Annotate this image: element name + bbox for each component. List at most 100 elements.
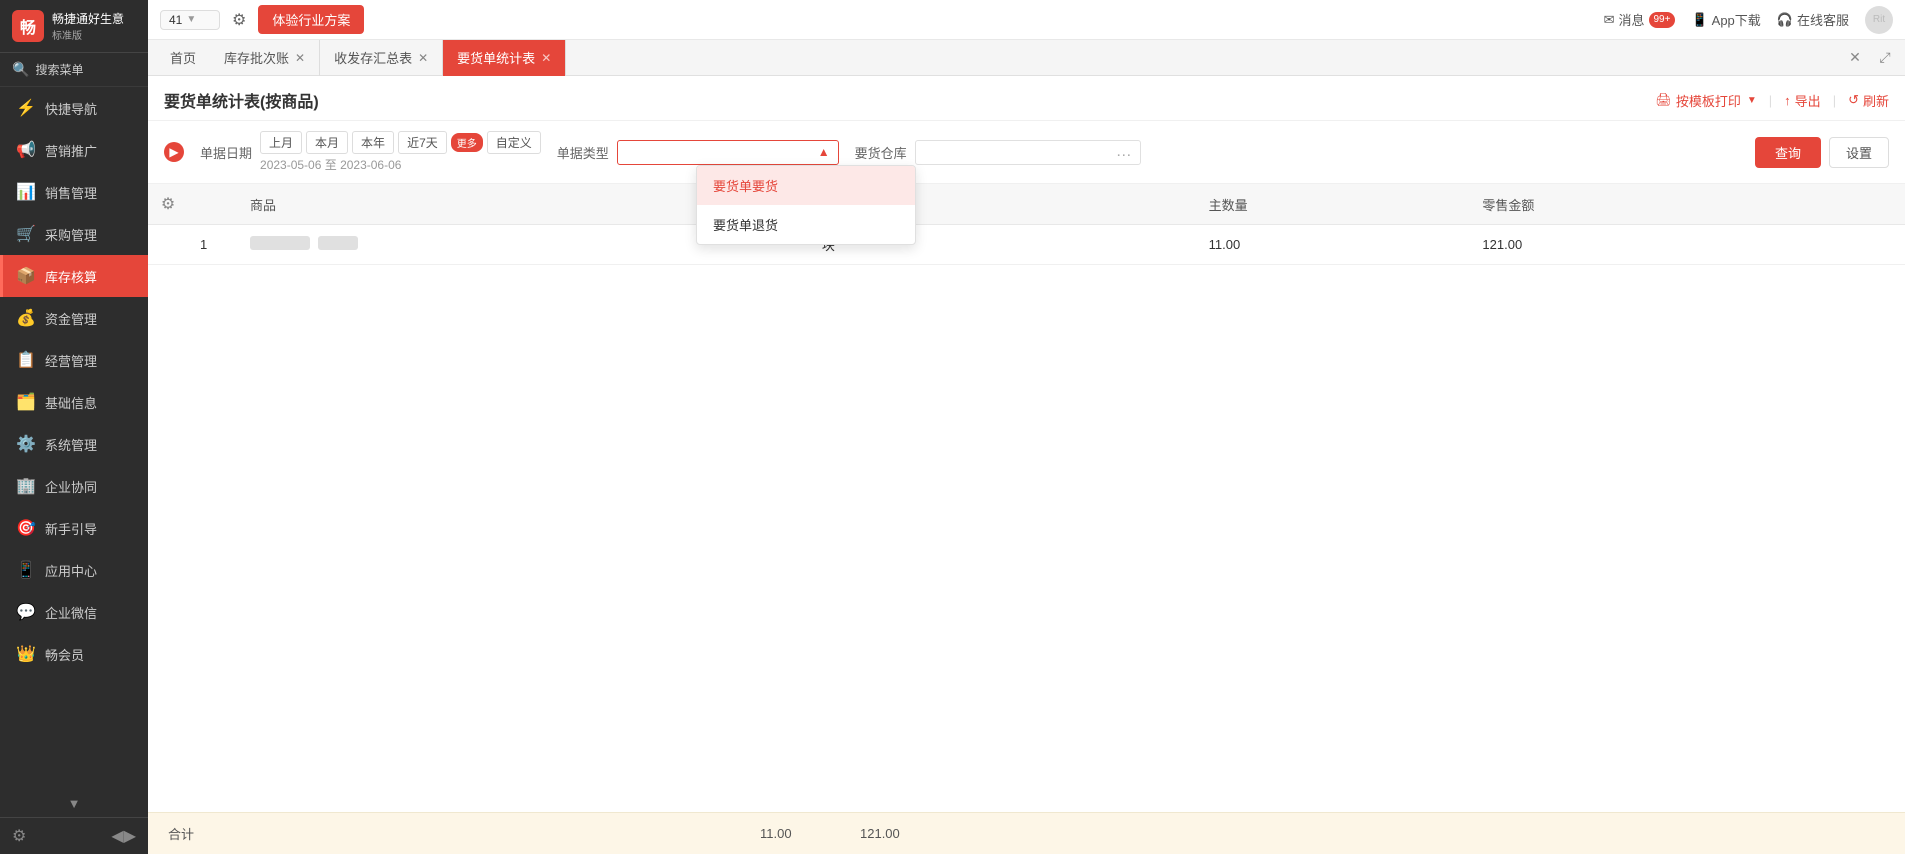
- sidebar-item-quick-nav[interactable]: ⚡ 快捷导航: [0, 87, 148, 129]
- filter-bar: ▶ 单据日期 上月 本月 本年 近7天 更多 自定义 2023-05-06: [148, 121, 1905, 184]
- sidebar-item-guide[interactable]: 🎯 新手引导: [0, 507, 148, 549]
- tab-order-summary-close[interactable]: ✕: [541, 51, 551, 65]
- app-download-label: App下载: [1712, 10, 1761, 29]
- sales-icon: 📊: [15, 181, 37, 203]
- nav-label-apps: 应用中心: [45, 561, 97, 580]
- top-header: 41 ▼ ⚙ 体验行业方案 ✉ 消息 99+ 📱 App下载 🎧 在线客服 Ri…: [148, 0, 1905, 40]
- app-logo-icon: 畅: [12, 10, 44, 42]
- print-dropdown-arrow: ▼: [1747, 95, 1757, 106]
- product-name-blur: [250, 236, 310, 250]
- warehouse-more-icon[interactable]: …: [1108, 143, 1140, 161]
- tab-order-summary[interactable]: 要货单统计表 ✕: [443, 40, 566, 76]
- sidebar-search[interactable]: 🔍 搜索菜单: [0, 53, 148, 87]
- tab-inventory-batch[interactable]: 库存批次账 ✕: [210, 40, 320, 76]
- close-all-tabs-btn[interactable]: ✕: [1843, 46, 1867, 70]
- filter-area-wrapper: ▶ 单据日期 上月 本月 本年 近7天 更多 自定义 2023-05-06: [148, 121, 1905, 184]
- col-seq-header: [188, 184, 238, 225]
- phone-icon: 📱: [1691, 12, 1707, 28]
- filter-actions: 查询 设置: [1755, 137, 1889, 168]
- table-footer: 合计 11.00 121.00: [148, 812, 1905, 854]
- type-input-group[interactable]: ▲: [617, 140, 839, 165]
- export-label: 导出: [1795, 91, 1821, 110]
- sidebar-item-finance[interactable]: 💰 资金管理: [0, 297, 148, 339]
- query-button[interactable]: 查询: [1755, 137, 1821, 168]
- sidebar-item-enterprise[interactable]: 🏢 企业协同: [0, 465, 148, 507]
- sidebar-item-apps[interactable]: 📱 应用中心: [0, 549, 148, 591]
- table-container: ⚙ 商品 主计量单位 主数量 零售金额 1: [148, 184, 1905, 812]
- filter-expand-btn[interactable]: ▶: [164, 142, 184, 162]
- page-header: 要货单统计表(按商品) 🖨 按模板打印 ▼ | ↑ 导出 | ↺ 刷新: [148, 76, 1905, 121]
- shortcut-more-badge[interactable]: 更多: [451, 133, 483, 152]
- sidebar-item-operation[interactable]: 📋 经营管理: [0, 339, 148, 381]
- warehouse-input-group[interactable]: …: [915, 140, 1141, 165]
- number-display[interactable]: 41 ▼: [160, 10, 220, 30]
- sidebar-logo-text: 畅捷通好生意 标准版: [52, 10, 124, 42]
- col-quantity-header: 主数量: [1197, 184, 1471, 225]
- message-icon: ✉: [1604, 12, 1615, 28]
- tab-home[interactable]: 首页: [156, 40, 210, 76]
- dropdown-item-requisition[interactable]: 要货单要货: [697, 166, 915, 205]
- warehouse-input[interactable]: [916, 141, 1108, 164]
- sidebar-item-basic[interactable]: 🗂️ 基础信息: [0, 381, 148, 423]
- type-input[interactable]: [618, 141, 810, 164]
- page-actions: 🖨 按模板打印 ▼ | ↑ 导出 | ↺ 刷新: [1655, 91, 1889, 110]
- messages-action[interactable]: ✉ 消息 99+: [1604, 10, 1676, 29]
- online-service-label: 在线客服: [1797, 10, 1849, 29]
- sidebar-item-system[interactable]: ⚙️ 系统管理: [0, 423, 148, 465]
- nav-label-purchase: 采购管理: [45, 225, 97, 244]
- main-area: 41 ▼ ⚙ 体验行业方案 ✉ 消息 99+ 📱 App下载 🎧 在线客服 Ri…: [148, 0, 1905, 854]
- header-gear-icon[interactable]: ⚙: [232, 10, 246, 30]
- type-chevron-up-icon[interactable]: ▲: [810, 145, 838, 159]
- app-download-action[interactable]: 📱 App下载: [1691, 10, 1760, 29]
- tab-receive-summary-close[interactable]: ✕: [418, 51, 428, 65]
- sidebar-bottom: ⚙ ◀▶: [0, 817, 148, 854]
- system-icon: ⚙️: [15, 433, 37, 455]
- sidebar-item-sales[interactable]: 📊 销售管理: [0, 171, 148, 213]
- nav-label-basic: 基础信息: [45, 393, 97, 412]
- col-gear-header[interactable]: ⚙: [148, 184, 188, 225]
- shortcut-this-month[interactable]: 本月: [306, 131, 348, 154]
- settings-icon[interactable]: ⚙: [12, 826, 26, 846]
- shortcut-last-month[interactable]: 上月: [260, 131, 302, 154]
- sidebar-item-purchase[interactable]: 🛒 采购管理: [0, 213, 148, 255]
- dropdown-item-return[interactable]: 要货单退货: [697, 205, 915, 244]
- sidebar-item-marketing[interactable]: 📢 营销推广: [0, 129, 148, 171]
- date-shortcuts: 上月 本月 本年 近7天 更多 自定义: [260, 131, 541, 154]
- tabs-bar: 首页 库存批次账 ✕ 收发存汇总表 ✕ 要货单统计表 ✕ ✕ ⤢: [148, 40, 1905, 76]
- sidebar: 畅 畅捷通好生意 标准版 🔍 搜索菜单 ⚡ 快捷导航 📢 营销推广 📊 销售管理…: [0, 0, 148, 854]
- tab-inventory-batch-close[interactable]: ✕: [295, 51, 305, 65]
- app-version: 标准版: [52, 27, 124, 42]
- tab-receive-summary[interactable]: 收发存汇总表 ✕: [320, 40, 443, 76]
- trial-button[interactable]: 体验行业方案: [258, 5, 364, 34]
- sidebar-item-member[interactable]: 👑 畅会员: [0, 633, 148, 675]
- footer-label: 合计: [160, 824, 460, 843]
- table-header-row: ⚙ 商品 主计量单位 主数量 零售金额: [148, 184, 1905, 225]
- nav-label-sales: 销售管理: [45, 183, 97, 202]
- online-service-action[interactable]: 🎧 在线客服: [1777, 10, 1849, 29]
- expand-tabs-btn[interactable]: ⤢: [1873, 46, 1897, 70]
- header-left: 41 ▼ ⚙ 体验行业方案: [160, 5, 364, 34]
- refresh-icon: ↺: [1848, 92, 1859, 108]
- sidebar-item-wechat[interactable]: 💬 企业微信: [0, 591, 148, 633]
- sidebar-scroll-down[interactable]: ▼: [0, 790, 148, 817]
- sidebar-logo: 畅 畅捷通好生意 标准版: [0, 0, 148, 53]
- export-btn[interactable]: ↑ 导出: [1784, 91, 1821, 110]
- shortcut-custom[interactable]: 自定义: [487, 131, 541, 154]
- basic-icon: 🗂️: [15, 391, 37, 413]
- tab-order-summary-label: 要货单统计表: [457, 48, 535, 67]
- col-amount-header: 零售金额: [1470, 184, 1800, 225]
- print-template-label: 按模板打印: [1676, 91, 1741, 110]
- print-template-btn[interactable]: 🖨 按模板打印 ▼: [1655, 91, 1756, 110]
- number-value: 41: [169, 13, 182, 27]
- shortcut-7days[interactable]: 近7天: [398, 131, 447, 154]
- refresh-btn[interactable]: ↺ 刷新: [1848, 91, 1889, 110]
- col-extra: [1801, 184, 1905, 225]
- user-avatar[interactable]: Rit: [1865, 6, 1893, 34]
- quick-nav-icon: ⚡: [15, 97, 37, 119]
- shortcut-this-year[interactable]: 本年: [352, 131, 394, 154]
- collapse-icon[interactable]: ◀▶: [111, 826, 136, 846]
- page-content: 要货单统计表(按商品) 🖨 按模板打印 ▼ | ↑ 导出 | ↺ 刷新: [148, 76, 1905, 854]
- avatar-text: Rit: [1873, 14, 1885, 25]
- filter-settings-button[interactable]: 设置: [1829, 137, 1889, 168]
- sidebar-item-inventory[interactable]: 📦 库存核算: [0, 255, 148, 297]
